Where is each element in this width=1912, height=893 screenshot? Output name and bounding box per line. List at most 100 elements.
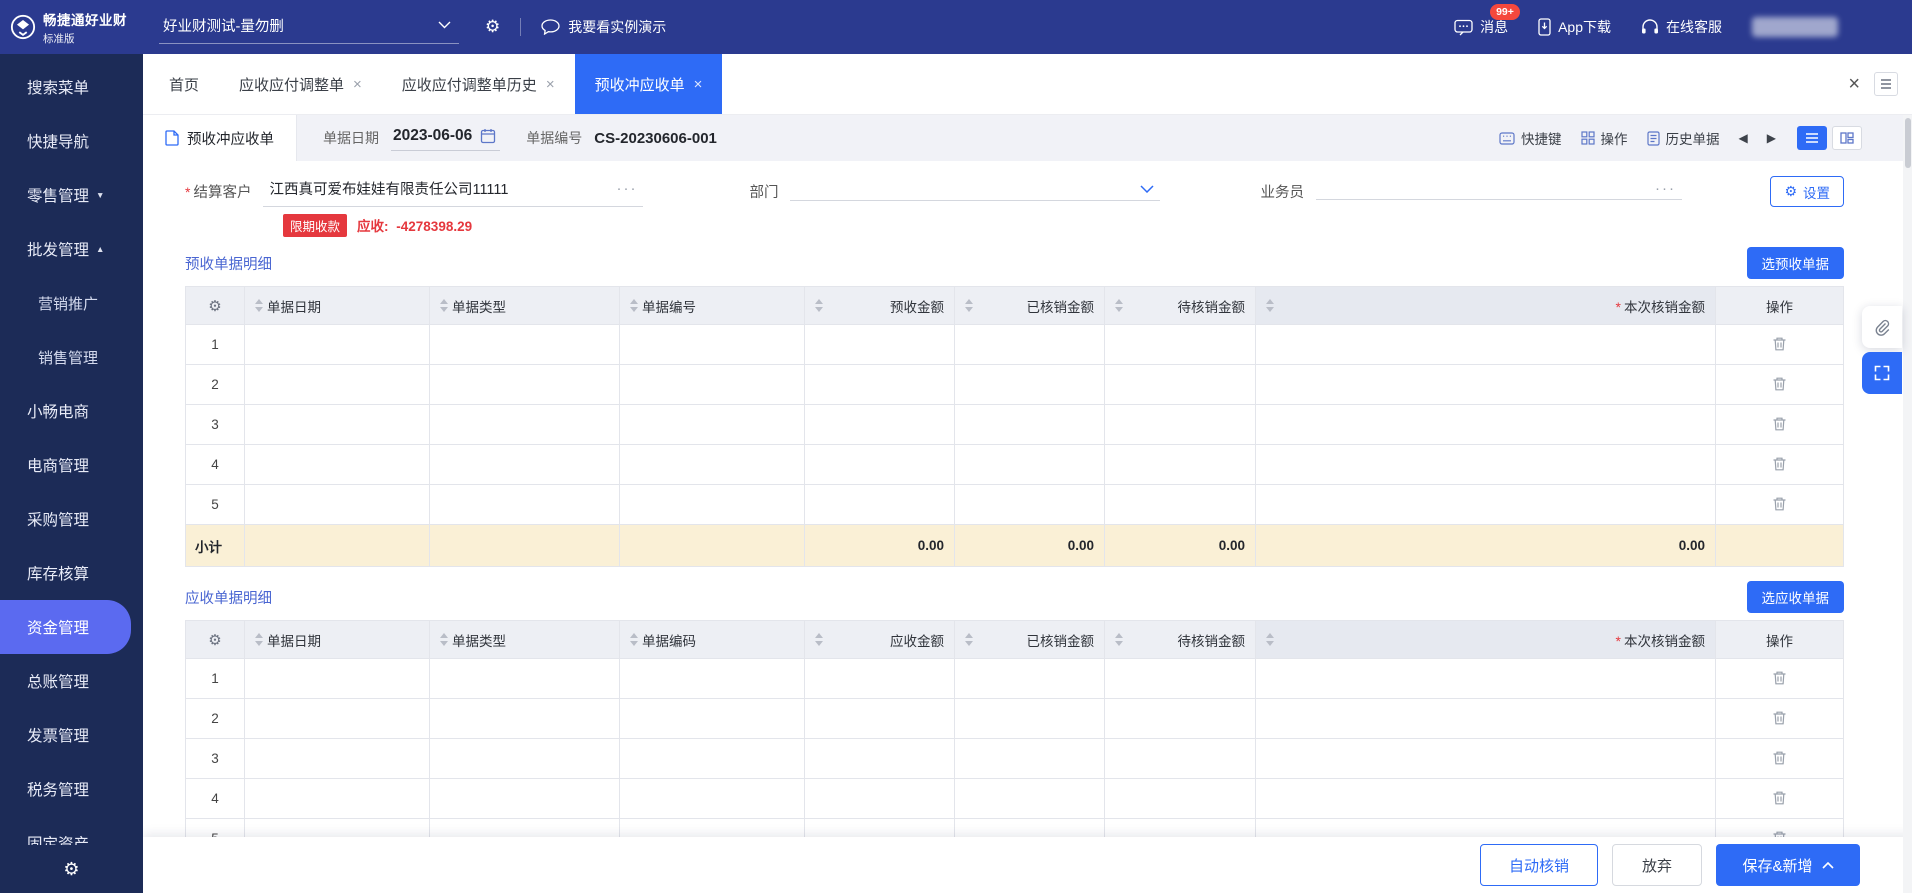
cell-writtenoff[interactable] bbox=[954, 364, 1105, 405]
sidebar-item-search-menu[interactable]: 搜索菜单 bbox=[0, 60, 143, 114]
calendar-icon[interactable] bbox=[480, 128, 496, 144]
messages-button[interactable]: 消息 99+ bbox=[1454, 4, 1520, 37]
expand-button[interactable] bbox=[1862, 352, 1902, 394]
sidebar-item-quick-nav[interactable]: 快捷导航 bbox=[0, 114, 143, 168]
tab-home[interactable]: 首页 bbox=[149, 54, 219, 114]
cell-current-writeoff[interactable] bbox=[1255, 658, 1716, 699]
cell-writtenoff[interactable] bbox=[954, 404, 1105, 445]
cell-doc-no[interactable] bbox=[619, 738, 805, 779]
cell-amount[interactable] bbox=[804, 364, 955, 405]
cell-amount[interactable] bbox=[804, 444, 955, 485]
cell-doc-no[interactable] bbox=[619, 404, 805, 445]
cell-writtenoff[interactable] bbox=[954, 658, 1105, 699]
cell-writtenoff[interactable] bbox=[954, 778, 1105, 819]
tab-close-icon[interactable]: × bbox=[546, 77, 555, 92]
next-doc-button[interactable]: ▶ bbox=[1767, 131, 1776, 145]
cell-current-writeoff[interactable] bbox=[1255, 698, 1716, 739]
cell-amount[interactable] bbox=[804, 738, 955, 779]
attachment-button[interactable] bbox=[1862, 306, 1902, 348]
sidebar-item-tax-mgmt[interactable]: 税务管理 bbox=[0, 762, 143, 816]
sidebar-item-xiaochang-ecommerce[interactable]: 小畅电商 bbox=[0, 384, 143, 438]
view-toggle-board[interactable] bbox=[1832, 126, 1862, 150]
view-toggle-list[interactable] bbox=[1797, 126, 1827, 150]
tab-list-button[interactable] bbox=[1874, 72, 1898, 96]
sidebar-item-retail-mgmt[interactable]: 零售管理 ▼ bbox=[0, 168, 143, 222]
sidebar-item-funds-mgmt[interactable]: 资金管理 bbox=[0, 600, 131, 654]
sort-icon[interactable] bbox=[630, 633, 638, 646]
cell-doc-type[interactable] bbox=[429, 484, 620, 525]
form-tab[interactable]: 预收冲应收单 bbox=[143, 115, 297, 161]
cell-doc-type[interactable] bbox=[429, 738, 620, 779]
cell-doc-no[interactable] bbox=[619, 364, 805, 405]
table-settings-gear-icon[interactable]: ⚙ bbox=[208, 298, 221, 315]
cell-doc-date[interactable] bbox=[244, 658, 430, 699]
department-field[interactable] bbox=[790, 183, 1161, 201]
tab-prepaid-writeoff[interactable]: 预收冲应收单 × bbox=[574, 54, 723, 114]
tab-close-icon[interactable]: × bbox=[353, 77, 362, 92]
delete-row-button[interactable] bbox=[1770, 668, 1789, 688]
sort-icon[interactable] bbox=[965, 633, 973, 646]
select-prepaid-docs-button[interactable]: 选预收单据 bbox=[1746, 247, 1844, 279]
sort-icon[interactable] bbox=[440, 299, 448, 312]
demo-link[interactable]: 我要看实例演示 bbox=[541, 17, 666, 37]
sort-icon[interactable] bbox=[965, 299, 973, 312]
cell-doc-date[interactable] bbox=[244, 324, 430, 365]
shortcut-keys-button[interactable]: 快捷键 bbox=[1499, 128, 1562, 148]
cell-pending[interactable] bbox=[1104, 658, 1256, 699]
cell-amount[interactable] bbox=[804, 404, 955, 445]
delete-row-button[interactable] bbox=[1770, 748, 1789, 768]
sort-icon[interactable] bbox=[1266, 633, 1274, 646]
user-name-redacted[interactable] bbox=[1752, 17, 1838, 37]
sidebar-item-purchase-mgmt[interactable]: 采购管理 bbox=[0, 492, 143, 546]
customer-field[interactable]: 江西真可爱布娃娃有限责任公司11111 ··· bbox=[263, 176, 644, 207]
table-settings-gear-icon[interactable]: ⚙ bbox=[208, 632, 221, 649]
cell-doc-type[interactable] bbox=[429, 404, 620, 445]
cell-writtenoff[interactable] bbox=[954, 324, 1105, 365]
cell-doc-no[interactable] bbox=[619, 658, 805, 699]
history-docs-button[interactable]: 历史单据 bbox=[1646, 128, 1720, 148]
cell-doc-no[interactable] bbox=[619, 698, 805, 739]
cell-doc-date[interactable] bbox=[244, 698, 430, 739]
sidebar-settings-gear-icon[interactable]: ⚙ bbox=[63, 859, 79, 880]
sidebar-item-fixed-assets[interactable]: 固定资产 bbox=[0, 816, 143, 845]
cell-amount[interactable] bbox=[804, 698, 955, 739]
sidebar-item-general-ledger[interactable]: 总账管理 bbox=[0, 654, 143, 708]
auto-writeoff-button[interactable]: 自动核销 bbox=[1480, 844, 1598, 886]
tab-close-icon[interactable]: × bbox=[694, 77, 703, 92]
sort-icon[interactable] bbox=[815, 633, 823, 646]
app-download-button[interactable]: App下载 bbox=[1538, 17, 1611, 37]
cell-doc-type[interactable] bbox=[429, 364, 620, 405]
close-tab-icon[interactable]: × bbox=[1848, 74, 1860, 94]
cell-doc-no[interactable] bbox=[619, 778, 805, 819]
cell-pending[interactable] bbox=[1104, 364, 1256, 405]
cell-pending[interactable] bbox=[1104, 484, 1256, 525]
sort-icon[interactable] bbox=[255, 299, 263, 312]
cell-pending[interactable] bbox=[1104, 404, 1256, 445]
org-selector[interactable]: 好业财测试-量勿删 bbox=[159, 11, 459, 44]
cell-writtenoff[interactable] bbox=[954, 738, 1105, 779]
cell-doc-date[interactable] bbox=[244, 444, 430, 485]
cell-doc-date[interactable] bbox=[244, 404, 430, 445]
cell-writtenoff[interactable] bbox=[954, 484, 1105, 525]
cell-amount[interactable] bbox=[804, 324, 955, 365]
cell-doc-date[interactable] bbox=[244, 738, 430, 779]
receivable-section-title[interactable]: 应收单据明细 bbox=[185, 587, 272, 608]
cell-pending[interactable] bbox=[1104, 698, 1256, 739]
select-receivable-docs-button[interactable]: 选应收单据 bbox=[1746, 581, 1844, 613]
sidebar-item-sales-mgmt[interactable]: 销售管理 bbox=[0, 330, 143, 384]
topbar-settings-gear-icon[interactable]: ⚙ bbox=[485, 17, 500, 37]
cell-pending[interactable] bbox=[1104, 778, 1256, 819]
cell-doc-type[interactable] bbox=[429, 658, 620, 699]
delete-row-button[interactable] bbox=[1770, 708, 1789, 728]
cell-current-writeoff[interactable] bbox=[1255, 778, 1716, 819]
delete-row-button[interactable] bbox=[1770, 334, 1789, 354]
scrollbar-thumb[interactable] bbox=[1904, 118, 1911, 168]
more-icon[interactable]: ··· bbox=[1655, 181, 1676, 195]
cell-doc-type[interactable] bbox=[429, 698, 620, 739]
scrollbar[interactable] bbox=[1903, 115, 1912, 893]
cell-pending[interactable] bbox=[1104, 324, 1256, 365]
cell-doc-date[interactable] bbox=[244, 778, 430, 819]
save-and-new-button[interactable]: 保存&新增 bbox=[1716, 844, 1860, 886]
discard-button[interactable]: 放弃 bbox=[1612, 844, 1702, 886]
salesman-field[interactable]: ··· bbox=[1315, 181, 1682, 201]
